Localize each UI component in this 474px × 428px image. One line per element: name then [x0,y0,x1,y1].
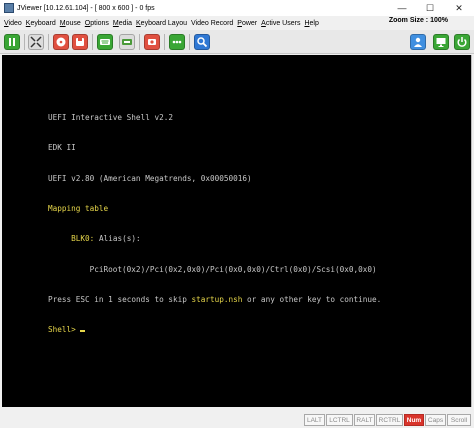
menu-mouse[interactable]: Mouse [60,20,81,27]
console-line: PciRoot(0x2)/Pci(0x2,0x0)/Pci(0x0,0x0)/C… [48,264,377,274]
toolbar [0,30,474,54]
floppy-icon [76,38,84,46]
zoom-size-label: Zoom Size : 100% [388,17,448,24]
menu-media[interactable]: Media [113,20,132,27]
menu-help[interactable]: Help [304,20,318,27]
users-button[interactable] [169,34,185,50]
menu-options[interactable]: Options [85,20,109,27]
console-line: EDK II [48,143,76,153]
users-icon [172,40,182,44]
window-title: JViewer [10.12.61.104] - [ 800 x 600 ] -… [17,4,155,12]
zoom-icon [197,37,208,48]
record-button[interactable] [144,34,160,50]
cdrom-icon [56,37,66,47]
record-icon [148,39,156,45]
keyboard-icon [100,39,110,45]
cdrom-button[interactable] [53,34,69,50]
console-line: Press ESC in 1 seconds to skip startup.n… [48,294,382,304]
shell-prompt: Shell> [48,325,81,335]
monitor-button[interactable] [433,34,449,50]
ralt-key-indicator[interactable]: RALT [354,414,375,426]
toolbar-separator [92,34,93,50]
console-line: Mapping table [48,204,109,214]
hardware-icon [122,39,132,45]
close-button[interactable]: ✕ [444,0,474,16]
toolbar-separator [48,34,49,50]
pause-icon [9,38,15,46]
maximize-button[interactable]: ☐ [416,0,444,16]
toolbar-separator [189,34,190,50]
video-settings-button[interactable] [119,34,135,50]
keyboard-button[interactable] [97,34,113,50]
menu-active-users[interactable]: Active Users [261,20,300,27]
monitor-icon [436,38,446,47]
menu-power[interactable]: Power [237,20,257,27]
user-button[interactable] [410,34,426,50]
menu-video-record[interactable]: Video Record [191,20,233,27]
toolbar-separator [24,34,25,50]
console-line: UEFI Interactive Shell v2.2 [48,113,173,123]
fullscreen-button[interactable] [28,34,44,50]
menu-keyboard[interactable]: Keyboard [26,20,56,27]
title-bar: JViewer [10.12.61.104] - [ 800 x 600 ] -… [0,0,474,16]
toolbar-separator [164,34,165,50]
zoom-button[interactable] [194,34,210,50]
toolbar-separator [139,34,140,50]
power-icon [457,37,467,47]
status-bar: LALT LCTRL RALT RCTRL Num Caps Scroll [0,408,474,428]
fullscreen-icon [30,36,42,48]
menu-video[interactable]: Video [4,20,22,27]
console-prompt-line: Shell> [48,325,381,335]
console-line: UEFI v2.80 (American Megatrends, 0x00050… [48,173,252,183]
app-icon [4,3,14,13]
lctrl-key-indicator[interactable]: LCTRL [326,414,353,426]
menu-keyboard-layout[interactable]: Keyboard Layou [136,20,187,27]
lalt-key-indicator[interactable]: LALT [304,414,325,426]
console-output: UEFI Interactive Shell v2.2 EDK II UEFI … [48,93,381,355]
caps-lock-indicator[interactable]: Caps [425,414,446,426]
text-cursor [80,330,86,333]
user-icon [414,37,422,47]
console-line: BLK0: Alias(s): [71,234,141,244]
num-lock-indicator[interactable]: Num [404,414,424,426]
pause-button[interactable] [4,34,20,50]
scroll-lock-indicator[interactable]: Scroll [447,414,471,426]
power-button[interactable] [454,34,470,50]
floppy-button[interactable] [72,34,88,50]
remote-console-screen[interactable]: UEFI Interactive Shell v2.2 EDK II UEFI … [2,55,472,407]
minimize-button[interactable]: — [388,0,416,16]
rctrl-key-indicator[interactable]: RCTRL [376,414,403,426]
